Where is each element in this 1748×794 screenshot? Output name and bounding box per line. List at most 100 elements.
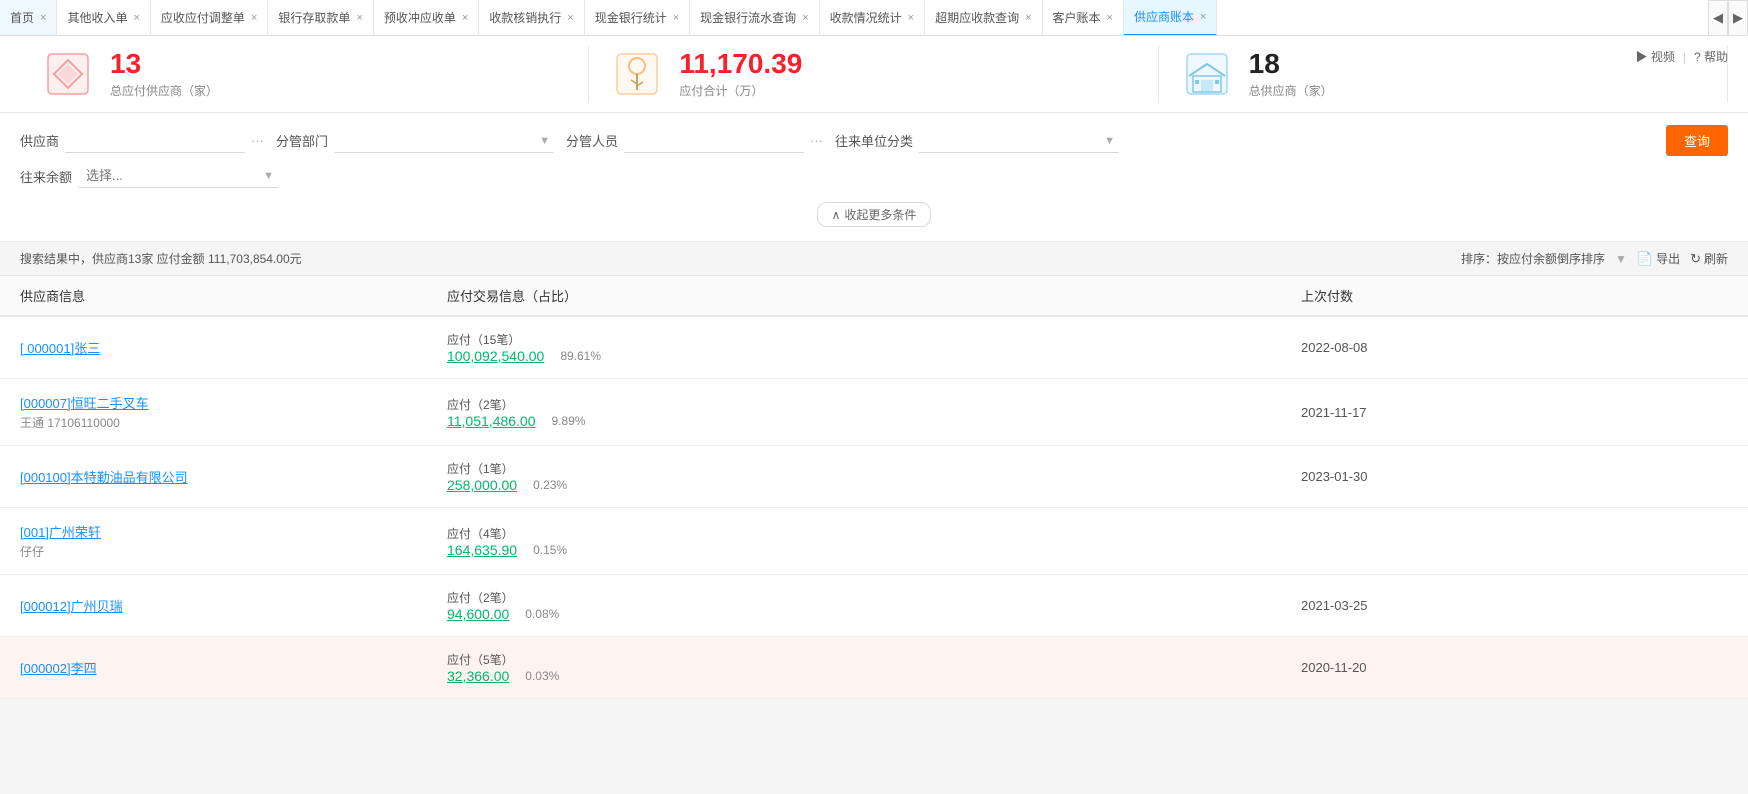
filter-balance: 往来余额 ▼	[20, 164, 278, 188]
summary-text-payable-total: 11,170.39 应付合计（万）	[679, 50, 802, 99]
shop-icon	[1179, 46, 1235, 102]
person-dots-icon[interactable]: ···	[810, 133, 823, 148]
tx-cell-5: 应付（2笔） 94,600.00 0.08%	[447, 589, 1301, 622]
nav-tab-adjust[interactable]: 应收应付调整单 ×	[151, 0, 268, 36]
table-row: [000007]恒旺二手叉车 王通 17106110000 应付（2笔） 11,…	[0, 379, 1748, 446]
supplier-link-6[interactable]: [000002]李四	[20, 658, 447, 677]
payable-total-label: 应付合计（万）	[679, 82, 802, 99]
tx-cell-2: 应付（2笔） 11,051,486.00 9.89%	[447, 396, 1301, 429]
person-input[interactable]	[624, 129, 804, 153]
tx-row-1: 100,092,540.00 89.61%	[447, 348, 1301, 364]
filter-dept: 分管部门 ▼	[276, 129, 554, 153]
person-filter-label: 分管人员	[566, 131, 618, 150]
nav-tab-adjust-close[interactable]: ×	[251, 12, 257, 24]
unit-class-filter-label: 往来单位分类	[835, 131, 913, 150]
filter-area: 供应商 ··· 分管部门 ▼ 分管人员 ··· 往来单位分类 ▼ 查询 往来	[0, 113, 1748, 242]
nav-tab-home[interactable]: 首页 ×	[0, 0, 57, 36]
export-button[interactable]: 📄 导出	[1637, 250, 1680, 267]
supplier-link-5[interactable]: [000012]广州贝瑞	[20, 596, 447, 615]
tx-percent-1: 89.61%	[560, 349, 601, 363]
tx-label-5: 应付（2笔）	[447, 589, 1301, 606]
video-link[interactable]: ▶ 视频	[1635, 48, 1674, 65]
nav-tab-other-income-close[interactable]: ×	[133, 12, 139, 24]
supplier-dots-icon[interactable]: ···	[251, 133, 264, 148]
nav-tab-supplier-account-close[interactable]: ×	[1200, 11, 1206, 23]
nav-tab-collection-stat-label: 收款情况统计	[830, 9, 902, 26]
total-suppliers-number: 18	[1249, 50, 1333, 78]
nav-tab-other-income-label: 其他收入单	[67, 9, 127, 26]
nav-tab-cash-bank-flow-label: 现金银行流水查询	[700, 9, 796, 26]
nav-prev-arrow[interactable]: ◀	[1708, 0, 1728, 36]
summary-bar: 13 总应付供应商（家） 11,170.39 应付合计（万）	[0, 36, 1748, 113]
suppliers-payable-label: 总应付供应商（家）	[110, 82, 218, 99]
supplier-cell-6: [000002]李四	[20, 658, 447, 677]
nav-tab-cash-bank-stat[interactable]: 现金银行统计 ×	[585, 0, 690, 36]
query-button[interactable]: 查询	[1666, 125, 1728, 156]
nav-next-arrow[interactable]: ▶	[1728, 0, 1748, 36]
supplier-link-1[interactable]: [ 000001]张三	[20, 338, 447, 357]
balance-select-wrapper: ▼	[78, 164, 278, 188]
tx-amount-2[interactable]: 11,051,486.00	[447, 413, 536, 429]
tx-row-5: 94,600.00 0.08%	[447, 606, 1301, 622]
refresh-button[interactable]: ↻ 刷新	[1690, 250, 1728, 267]
dept-filter-label: 分管部门	[276, 131, 328, 150]
nav-tab-bank-deposit[interactable]: 银行存取款单 ×	[268, 0, 373, 36]
nav-tab-verify-close[interactable]: ×	[567, 12, 573, 24]
nav-tab-overdue[interactable]: 超期应收款查询 ×	[925, 0, 1042, 36]
table-body: [ 000001]张三 应付（15笔） 100,092,540.00 89.61…	[0, 317, 1748, 699]
refresh-label: 刷新	[1704, 250, 1728, 267]
supplier-input[interactable]	[65, 129, 245, 153]
suppliers-payable-number: 13	[110, 50, 218, 78]
table-row: [000002]李四 应付（5笔） 32,366.00 0.03% 2020-1…	[0, 637, 1748, 699]
nav-tab-customer-account[interactable]: 客户账本 ×	[1043, 0, 1124, 36]
results-bar: 搜索结果中，供应商13家 应付金额 111,703,854.00元 排序：按应付…	[0, 242, 1748, 276]
tx-amount-6[interactable]: 32,366.00	[447, 668, 509, 684]
nav-tab-bank-deposit-close[interactable]: ×	[356, 12, 362, 24]
diamond-icon	[40, 46, 96, 102]
tx-percent-6: 0.03%	[525, 669, 559, 683]
unit-class-input[interactable]	[919, 129, 1119, 153]
nav-tab-verify[interactable]: 收款核销执行 ×	[479, 0, 584, 36]
nav-tab-other-income[interactable]: 其他收入单 ×	[57, 0, 150, 36]
summary-text-suppliers-payable: 13 总应付供应商（家）	[110, 50, 218, 99]
export-icon: 📄	[1637, 251, 1653, 267]
balance-input[interactable]	[78, 164, 278, 188]
tx-row-4: 164,635.90 0.15%	[447, 542, 1301, 558]
nav-tab-customer-account-label: 客户账本	[1053, 9, 1101, 26]
collapse-button[interactable]: ∧ 收起更多条件	[817, 202, 932, 227]
balance-filter-label: 往来余额	[20, 167, 72, 186]
supplier-link-2[interactable]: [000007]恒旺二手叉车	[20, 393, 447, 412]
filter-row-1: 供应商 ··· 分管部门 ▼ 分管人员 ··· 往来单位分类 ▼ 查询	[20, 125, 1728, 156]
export-label: 导出	[1656, 250, 1680, 267]
nav-tab-bank-deposit-label: 银行存取款单	[278, 9, 350, 26]
table-row: [ 000001]张三 应付（15笔） 100,092,540.00 89.61…	[0, 317, 1748, 379]
nav-tab-home-close[interactable]: ×	[40, 12, 46, 24]
nav-tab-customer-account-close[interactable]: ×	[1107, 12, 1113, 24]
sort-selector[interactable]: 排序：按应付余额倒序排序	[1461, 250, 1605, 267]
tx-amount-1[interactable]: 100,092,540.00	[447, 348, 544, 364]
nav-tab-cash-bank-stat-close[interactable]: ×	[673, 12, 679, 24]
nav-tab-cash-bank-flow[interactable]: 现金银行流水查询 ×	[690, 0, 819, 36]
table-row: [000100]本特勤油品有限公司 应付（1笔） 258,000.00 0.23…	[0, 446, 1748, 508]
supplier-sub-4: 仔仔	[20, 543, 447, 560]
nav-tab-prepay-close[interactable]: ×	[462, 12, 468, 24]
tx-amount-5[interactable]: 94,600.00	[447, 606, 509, 622]
nav-tab-cash-bank-flow-close[interactable]: ×	[802, 12, 808, 24]
nav-tab-overdue-close[interactable]: ×	[1025, 12, 1031, 24]
tx-amount-3[interactable]: 258,000.00	[447, 477, 517, 493]
nav-tab-collection-stat[interactable]: 收款情况统计 ×	[820, 0, 925, 36]
supplier-link-3[interactable]: [000100]本特勤油品有限公司	[20, 467, 447, 486]
nav-tab-prepay[interactable]: 预收冲应收单 ×	[374, 0, 479, 36]
last-pay-5: 2021-03-25	[1301, 598, 1728, 613]
help-link[interactable]: ? 帮助	[1694, 48, 1728, 65]
nav-tab-supplier-account-label: 供应商账本	[1134, 8, 1194, 25]
dept-input[interactable]	[334, 129, 554, 153]
supplier-link-4[interactable]: [001]广州荣轩	[20, 522, 447, 541]
filter-row-2: 往来余额 ▼	[20, 164, 1728, 188]
nav-tab-collection-stat-close[interactable]: ×	[908, 12, 914, 24]
tx-cell-3: 应付（1笔） 258,000.00 0.23%	[447, 460, 1301, 493]
nav-tab-supplier-account[interactable]: 供应商账本 ×	[1124, 0, 1217, 36]
tx-row-3: 258,000.00 0.23%	[447, 477, 1301, 493]
supplier-cell-1: [ 000001]张三	[20, 338, 447, 357]
tx-amount-4[interactable]: 164,635.90	[447, 542, 517, 558]
